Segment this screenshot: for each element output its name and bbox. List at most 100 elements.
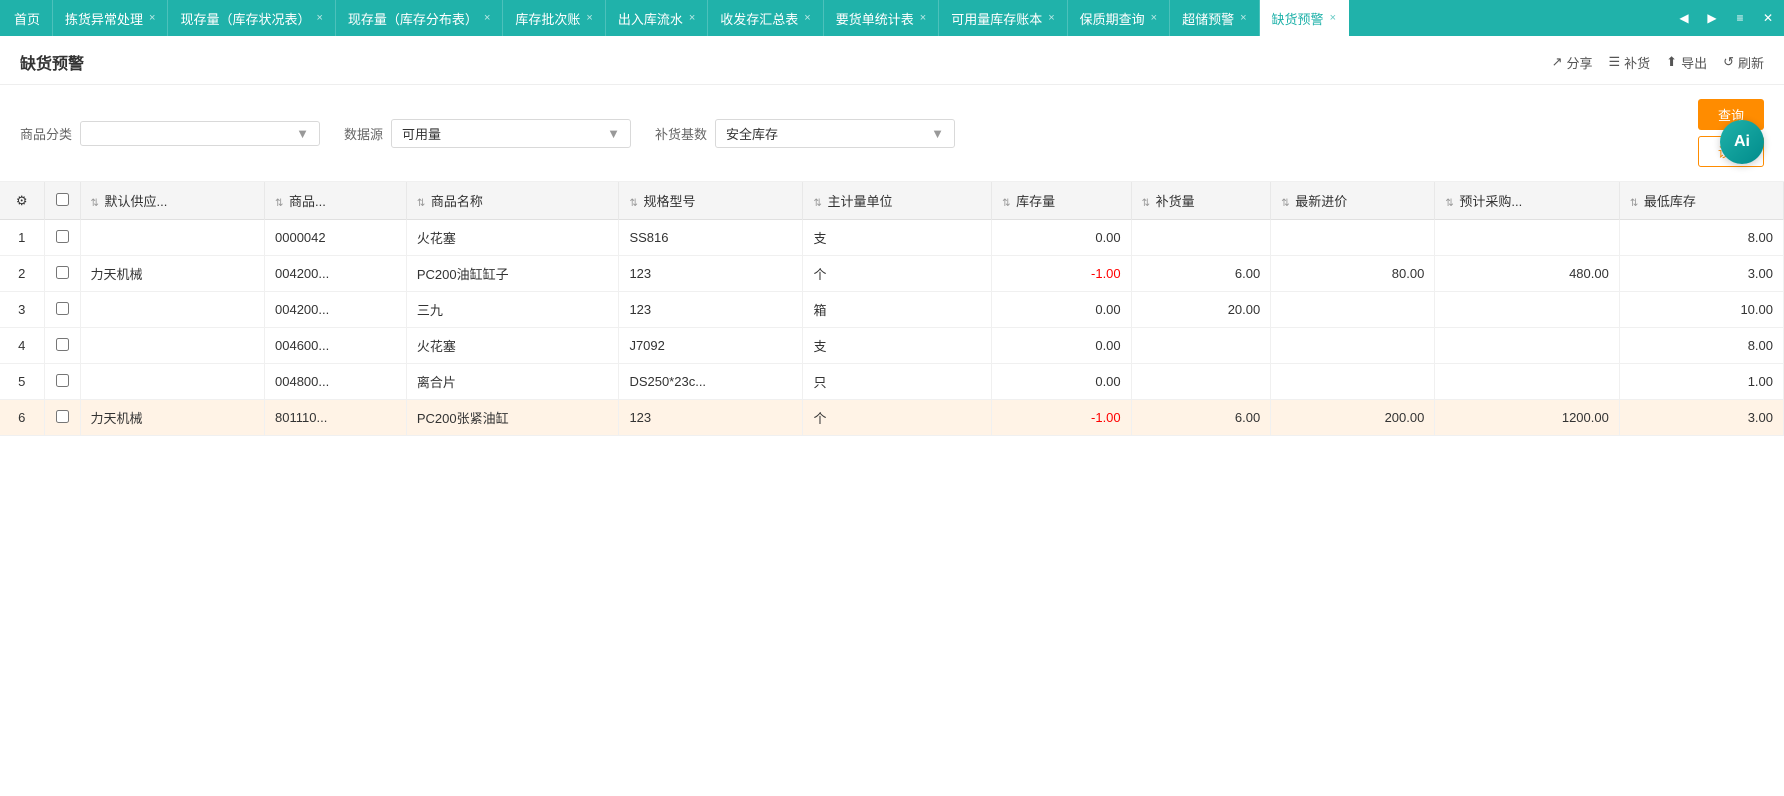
td-product-name: PC200油缸缸子 [406,256,619,292]
replenish-base-value: 安全库存 [726,124,778,143]
row-checkbox[interactable] [56,374,69,387]
td-replenish-qty [1131,220,1271,256]
close-icon[interactable]: × [586,12,592,24]
close-icon[interactable]: × [149,12,155,24]
td-product-code: 0000042 [265,220,407,256]
td-spec: DS250*23c... [619,364,803,400]
table-header-row: ⚙ ⇅ 默认供应... ⇅ 商品... ⇅ 商品名称 [0,182,1784,220]
ai-label: Ai [1734,133,1750,151]
tab-expiry-query[interactable]: 保质期查询 × [1068,0,1170,36]
td-stock: 0.00 [992,328,1132,364]
replenish-base-select[interactable]: 安全库存 ▼ [715,119,955,148]
ai-badge[interactable]: Ai [1720,120,1764,164]
row-checkbox[interactable] [56,302,69,315]
gear-icon: ⚙ [16,193,28,208]
td-row-num: 2 [0,256,44,292]
th-default-supplier[interactable]: ⇅ 默认供应... [80,182,265,220]
data-source-label: 数据源 [344,124,383,143]
close-icon[interactable]: × [689,12,695,24]
td-spec: SS816 [619,220,803,256]
select-all-checkbox[interactable] [56,193,69,206]
tab-overstock[interactable]: 超储预警 × [1170,0,1259,36]
td-row-num: 1 [0,220,44,256]
th-min-stock[interactable]: ⇅ 最低库存 [1619,182,1783,220]
close-icon[interactable]: × [484,12,490,24]
td-checkbox[interactable] [44,292,80,328]
tab-available-ledger[interactable]: 可用量库存账本 × [939,0,1067,36]
export-icon: ⬆ [1666,54,1677,70]
tab-next-button[interactable]: ▶ [1698,4,1726,32]
sort-icon: ⇅ [1002,198,1010,209]
table-row: 4 004600... 火花塞 J7092 支 0.00 8.00 [0,328,1784,364]
td-replenish-qty: 6.00 [1131,256,1271,292]
th-unit[interactable]: ⇅ 主计量单位 [803,182,992,220]
th-stock[interactable]: ⇅ 库存量 [992,182,1132,220]
tab-exception[interactable]: 拣货异常处理 × [53,0,168,36]
th-settings[interactable]: ⚙ [0,182,44,220]
th-product-name[interactable]: ⇅ 商品名称 [406,182,619,220]
tab-order-stats[interactable]: 要货单统计表 × [824,0,939,36]
close-icon[interactable]: × [1151,12,1157,24]
sort-icon: ⇅ [1281,198,1289,209]
td-latest-price: 80.00 [1271,256,1435,292]
row-checkbox[interactable] [56,410,69,423]
td-checkbox[interactable] [44,364,80,400]
th-latest-price[interactable]: ⇅ 最新进价 [1271,182,1435,220]
table-row: 1 0000042 火花塞 SS816 支 0.00 8.00 [0,220,1784,256]
tab-batch-account[interactable]: 库存批次账 × [503,0,605,36]
replenish-base-filter-group: 补货基数 安全库存 ▼ [655,119,955,148]
tab-inventory-dist[interactable]: 现存量（库存分布表） × [336,0,503,36]
td-spec: J7092 [619,328,803,364]
td-latest-price [1271,328,1435,364]
replenish-button[interactable]: ☰ 补货 [1608,53,1650,72]
td-checkbox[interactable] [44,328,80,364]
data-source-filter-group: 数据源 可用量 ▼ [344,119,631,148]
close-icon[interactable]: × [804,12,810,24]
sort-icon: ⇅ [1142,198,1150,209]
th-spec[interactable]: ⇅ 规格型号 [619,182,803,220]
table-wrapper: ⚙ ⇅ 默认供应... ⇅ 商品... ⇅ 商品名称 [0,182,1784,436]
category-select[interactable]: ▼ [80,121,320,146]
td-unit: 个 [803,400,992,436]
td-spec: 123 [619,256,803,292]
row-checkbox[interactable] [56,230,69,243]
close-icon[interactable]: × [1330,12,1336,24]
table-row: 5 004800... 离合片 DS250*23c... 只 0.00 1.00 [0,364,1784,400]
th-replenish-qty[interactable]: ⇅ 补货量 [1131,182,1271,220]
row-checkbox[interactable] [56,338,69,351]
th-product-code[interactable]: ⇅ 商品... [265,182,407,220]
td-checkbox[interactable] [44,400,80,436]
td-stock: 0.00 [992,292,1132,328]
tab-inventory-status[interactable]: 现存量（库存状况表） × [168,0,335,36]
td-stock: -1.00 [992,256,1132,292]
refresh-button[interactable]: ↺ 刷新 [1723,53,1764,72]
close-icon[interactable]: × [1240,12,1246,24]
tab-menu-button[interactable]: ≡ [1726,4,1754,32]
data-source-select[interactable]: 可用量 ▼ [391,119,631,148]
tab-home[interactable]: 首页 [2,0,53,36]
close-icon[interactable]: × [316,12,322,24]
td-spec: 123 [619,292,803,328]
page-title: 缺货预警 [20,50,84,74]
td-unit: 个 [803,256,992,292]
row-checkbox[interactable] [56,266,69,279]
td-stock: -1.00 [992,400,1132,436]
td-est-purchase: 1200.00 [1435,400,1620,436]
td-unit: 箱 [803,292,992,328]
close-icon[interactable]: × [920,12,926,24]
th-checkbox[interactable] [44,182,80,220]
tab-inout-flow[interactable]: 出入库流水 × [606,0,708,36]
close-icon[interactable]: × [1048,12,1054,24]
share-button[interactable]: ↗ 分享 [1552,53,1593,72]
category-label: 商品分类 [20,124,72,143]
tab-close-button[interactable]: ✕ [1754,4,1782,32]
td-checkbox[interactable] [44,220,80,256]
td-min-stock: 3.00 [1619,256,1783,292]
th-est-purchase[interactable]: ⇅ 预计采购... [1435,182,1620,220]
export-button[interactable]: ⬆ 导出 [1666,53,1707,72]
tab-shortage[interactable]: 缺货预警 × [1260,0,1349,36]
tab-prev-button[interactable]: ◀ [1670,4,1698,32]
td-checkbox[interactable] [44,256,80,292]
tab-collect-summary[interactable]: 收发存汇总表 × [708,0,823,36]
td-spec: 123 [619,400,803,436]
